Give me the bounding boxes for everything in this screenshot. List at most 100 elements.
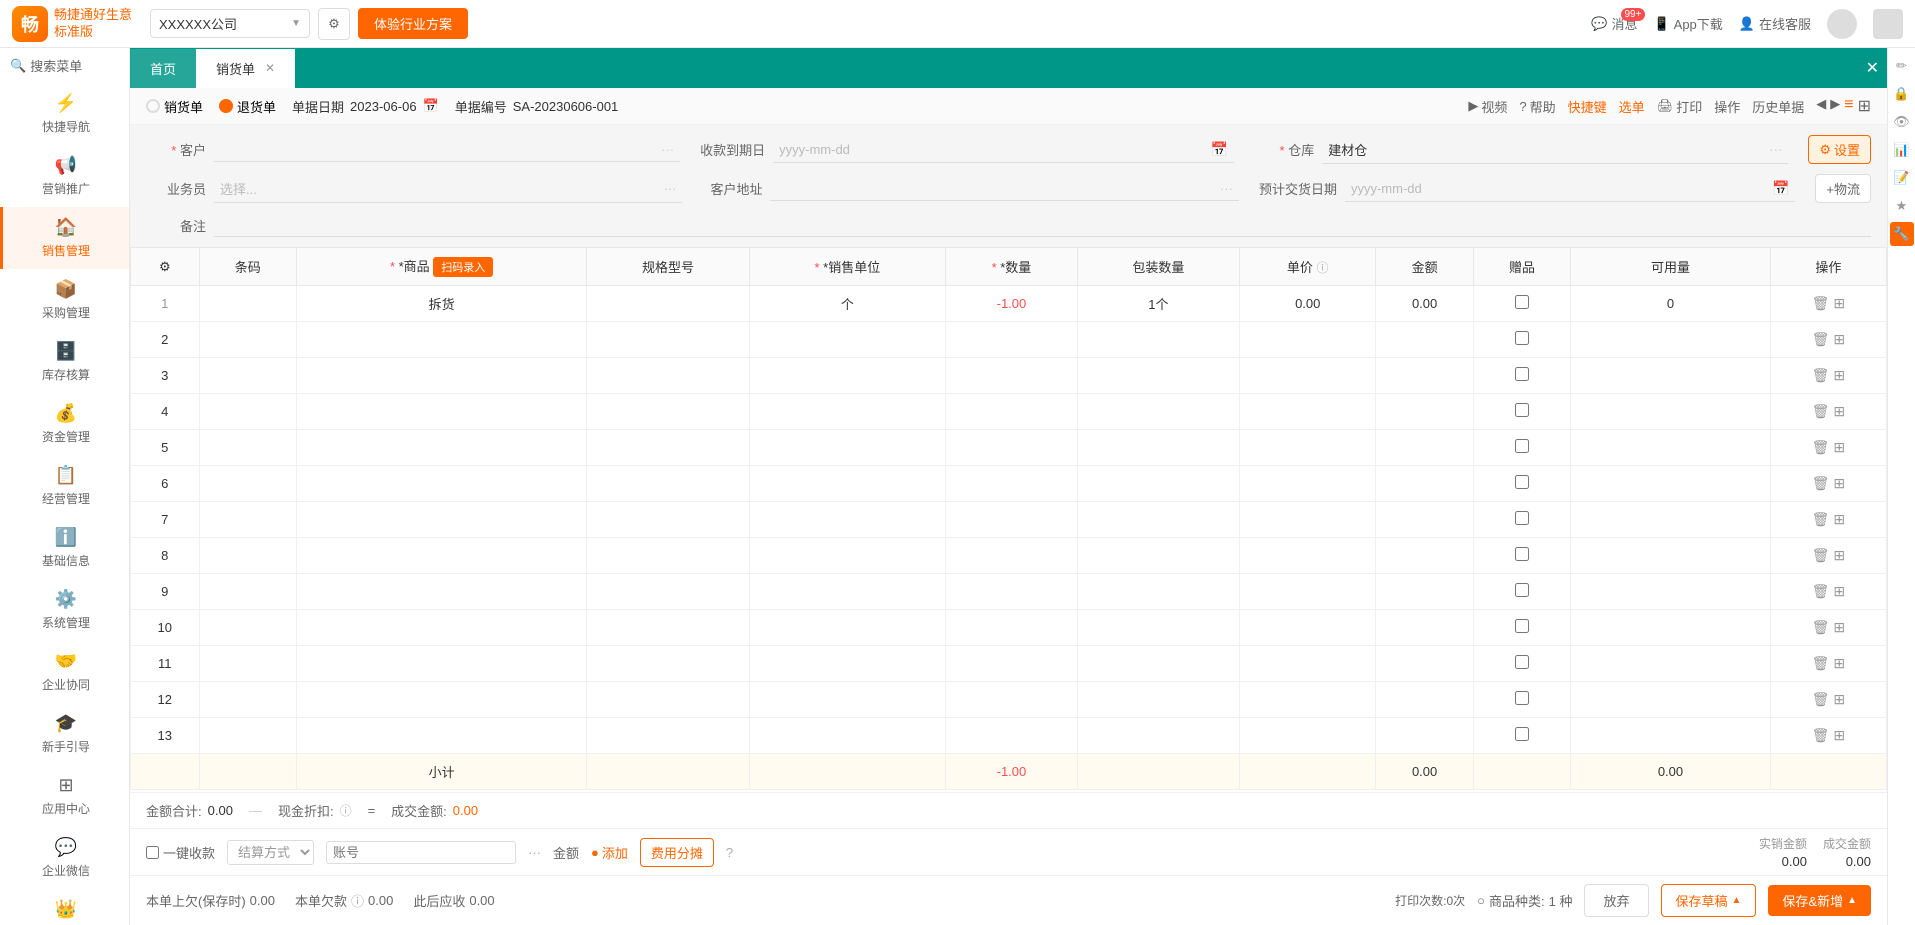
date-value[interactable]: 2023-06-06 xyxy=(350,99,417,114)
cell-unit-1[interactable]: 个 xyxy=(749,286,946,322)
copy-icon-1[interactable]: ⊞ xyxy=(1833,295,1845,312)
sidebar-item-member[interactable]: 👑 畅会员 xyxy=(0,889,129,925)
discard-button[interactable]: 放弃 xyxy=(1584,884,1648,917)
right-tool-chart[interactable]: 📊 xyxy=(1890,138,1914,162)
sidebar-item-basic-info[interactable]: ℹ️ 基础信息 xyxy=(0,517,129,579)
app-download-item[interactable]: 📱 App下载 xyxy=(1653,14,1722,33)
window-close-button[interactable]: ✕ xyxy=(1866,60,1879,77)
salesperson-input[interactable]: 选择... ··· xyxy=(214,175,682,203)
sidebar-item-marketing[interactable]: 📢 营销推广 xyxy=(0,145,129,207)
help-btn[interactable]: ? 帮助 xyxy=(1519,97,1555,116)
warehouse-input[interactable]: 建材仓 ··· xyxy=(1322,136,1788,164)
save-draft-button[interactable]: 保存草稿 ▲ xyxy=(1661,884,1757,917)
print-btn[interactable]: 🖨 打印 xyxy=(1657,97,1703,116)
view-icon-1[interactable]: ◀ xyxy=(1816,96,1826,116)
scan-button[interactable]: 扫码录入 xyxy=(433,257,493,277)
copy-icon[interactable]: ⊞ xyxy=(1833,547,1845,564)
delete-icon[interactable]: 🗑 xyxy=(1812,727,1830,744)
right-tool-eye[interactable]: 👁 xyxy=(1890,110,1914,134)
sidebar-item-quick-nav[interactable]: ⚡ 快捷导航 xyxy=(0,83,129,145)
setting-button[interactable]: ⚙ 设置 xyxy=(1808,135,1871,164)
shortcut-btn[interactable]: 快捷键 xyxy=(1568,97,1607,116)
copy-icon[interactable]: ⊞ xyxy=(1833,367,1845,384)
sidebar-item-inventory[interactable]: 🗄️ 库存核算 xyxy=(0,331,129,393)
delete-icon[interactable]: 🗑 xyxy=(1812,583,1830,600)
expected-date-icon[interactable]: 📅 xyxy=(1772,180,1789,197)
copy-icon[interactable]: ⊞ xyxy=(1833,331,1845,348)
sidebar-item-guide[interactable]: 🎓 新手引导 xyxy=(0,703,129,765)
copy-icon[interactable]: ⊞ xyxy=(1833,439,1845,456)
copy-icon[interactable]: ⊞ xyxy=(1833,583,1845,600)
view-grid-icon[interactable]: ⊞ xyxy=(1858,96,1871,116)
history-btn[interactable]: 历史单据 xyxy=(1752,97,1804,116)
due-date-calendar-icon[interactable]: 📅 xyxy=(1211,141,1228,158)
copy-icon[interactable]: ⊞ xyxy=(1833,727,1845,744)
add-payment-button[interactable]: ● 添加 xyxy=(591,843,628,862)
account-input[interactable] xyxy=(326,841,516,864)
col-gear[interactable]: ⚙ xyxy=(131,248,200,286)
customer-address-input[interactable]: ··· xyxy=(770,177,1238,201)
sidebar-item-sales[interactable]: 🏠 销售管理 xyxy=(0,207,129,269)
message-item[interactable]: 💬 消息 99+ xyxy=(1591,14,1637,33)
gift-checkbox[interactable] xyxy=(1515,583,1529,597)
cell-amount-1[interactable]: 0.00 xyxy=(1376,286,1473,322)
avatar[interactable] xyxy=(1827,9,1857,39)
company-select[interactable]: XXXXXX公司 ▼ xyxy=(150,9,310,38)
tab-close-icon[interactable]: ✕ xyxy=(265,61,275,75)
right-tool-active[interactable]: 🔧 xyxy=(1890,222,1914,246)
sidebar-item-wechat[interactable]: 💬 企业微信 xyxy=(0,827,129,889)
gift-checkbox[interactable] xyxy=(1515,691,1529,705)
gift-checkbox[interactable] xyxy=(1515,511,1529,525)
gift-checkbox[interactable] xyxy=(1515,727,1529,741)
cell-product-1[interactable]: 拆货 xyxy=(296,286,586,322)
one-click-payment[interactable]: 一键收款 xyxy=(146,843,215,862)
expense-split-button[interactable]: 费用分摊 xyxy=(640,838,714,867)
cell-spec-1[interactable] xyxy=(587,286,749,322)
user-menu[interactable] xyxy=(1873,9,1903,39)
operation-btn[interactable]: 操作 xyxy=(1714,97,1740,116)
expected-date-input[interactable]: yyyy-mm-dd 📅 xyxy=(1345,176,1795,202)
delete-icon[interactable]: 🗑 xyxy=(1812,655,1830,672)
gift-checkbox[interactable] xyxy=(1515,331,1529,345)
remark-input[interactable] xyxy=(214,213,1871,237)
gift-checkbox[interactable] xyxy=(1515,439,1529,453)
gift-checkbox[interactable] xyxy=(1515,655,1529,669)
gift-checkbox[interactable] xyxy=(1515,475,1529,489)
copy-icon[interactable]: ⊞ xyxy=(1833,475,1845,492)
sidebar-item-app-center[interactable]: ⊞ 应用中心 xyxy=(0,765,129,827)
delete-icon[interactable]: 🗑 xyxy=(1812,439,1830,456)
right-tool-star[interactable]: ★ xyxy=(1890,194,1914,218)
cell-qty-1[interactable]: -1.00 xyxy=(946,286,1078,322)
gift-checkbox[interactable] xyxy=(1515,619,1529,633)
right-tool-edit[interactable]: ✏ xyxy=(1890,54,1914,78)
one-click-checkbox[interactable] xyxy=(146,846,159,859)
radio-sales-order[interactable]: 销货单 xyxy=(146,97,203,116)
save-new-button[interactable]: 保存&新增 ▲ xyxy=(1768,885,1871,916)
customer-input[interactable]: ··· xyxy=(214,138,680,162)
copy-icon[interactable]: ⊞ xyxy=(1833,691,1845,708)
cell-gift-1[interactable] xyxy=(1473,286,1570,322)
calendar-icon[interactable]: 📅 xyxy=(423,98,439,114)
delete-icon[interactable]: 🗑 xyxy=(1812,367,1830,384)
cell-pack-1[interactable]: 1个 xyxy=(1077,286,1239,322)
video-btn[interactable]: ▶ 视频 xyxy=(1468,97,1507,116)
online-service-item[interactable]: 👤 在线客服 xyxy=(1739,14,1811,33)
select-order-btn[interactable]: 选单 xyxy=(1619,97,1645,116)
cell-price-1[interactable]: 0.00 xyxy=(1240,286,1376,322)
copy-icon[interactable]: ⊞ xyxy=(1833,619,1845,636)
cell-barcode-1[interactable] xyxy=(199,286,296,322)
right-tool-note[interactable]: 📝 xyxy=(1890,166,1914,190)
tab-home[interactable]: 首页 xyxy=(130,49,196,88)
copy-icon[interactable]: ⊞ xyxy=(1833,403,1845,420)
view-list-icon[interactable]: ≡ xyxy=(1844,96,1853,116)
gift-checkbox[interactable] xyxy=(1515,403,1529,417)
copy-icon[interactable]: ⊞ xyxy=(1833,655,1845,672)
sidebar-item-purchase[interactable]: 📦 采购管理 xyxy=(0,269,129,331)
radio-return-order[interactable]: 退货单 xyxy=(219,97,276,116)
right-tool-lock[interactable]: 🔒 xyxy=(1890,82,1914,106)
sidebar-search[interactable]: 🔍 搜索菜单 xyxy=(0,48,129,83)
sidebar-item-operations[interactable]: 📋 经营管理 xyxy=(0,455,129,517)
sidebar-item-finance[interactable]: 💰 资金管理 xyxy=(0,393,129,455)
gift-checkbox[interactable] xyxy=(1515,367,1529,381)
sidebar-item-enterprise[interactable]: 🤝 企业协同 xyxy=(0,641,129,703)
